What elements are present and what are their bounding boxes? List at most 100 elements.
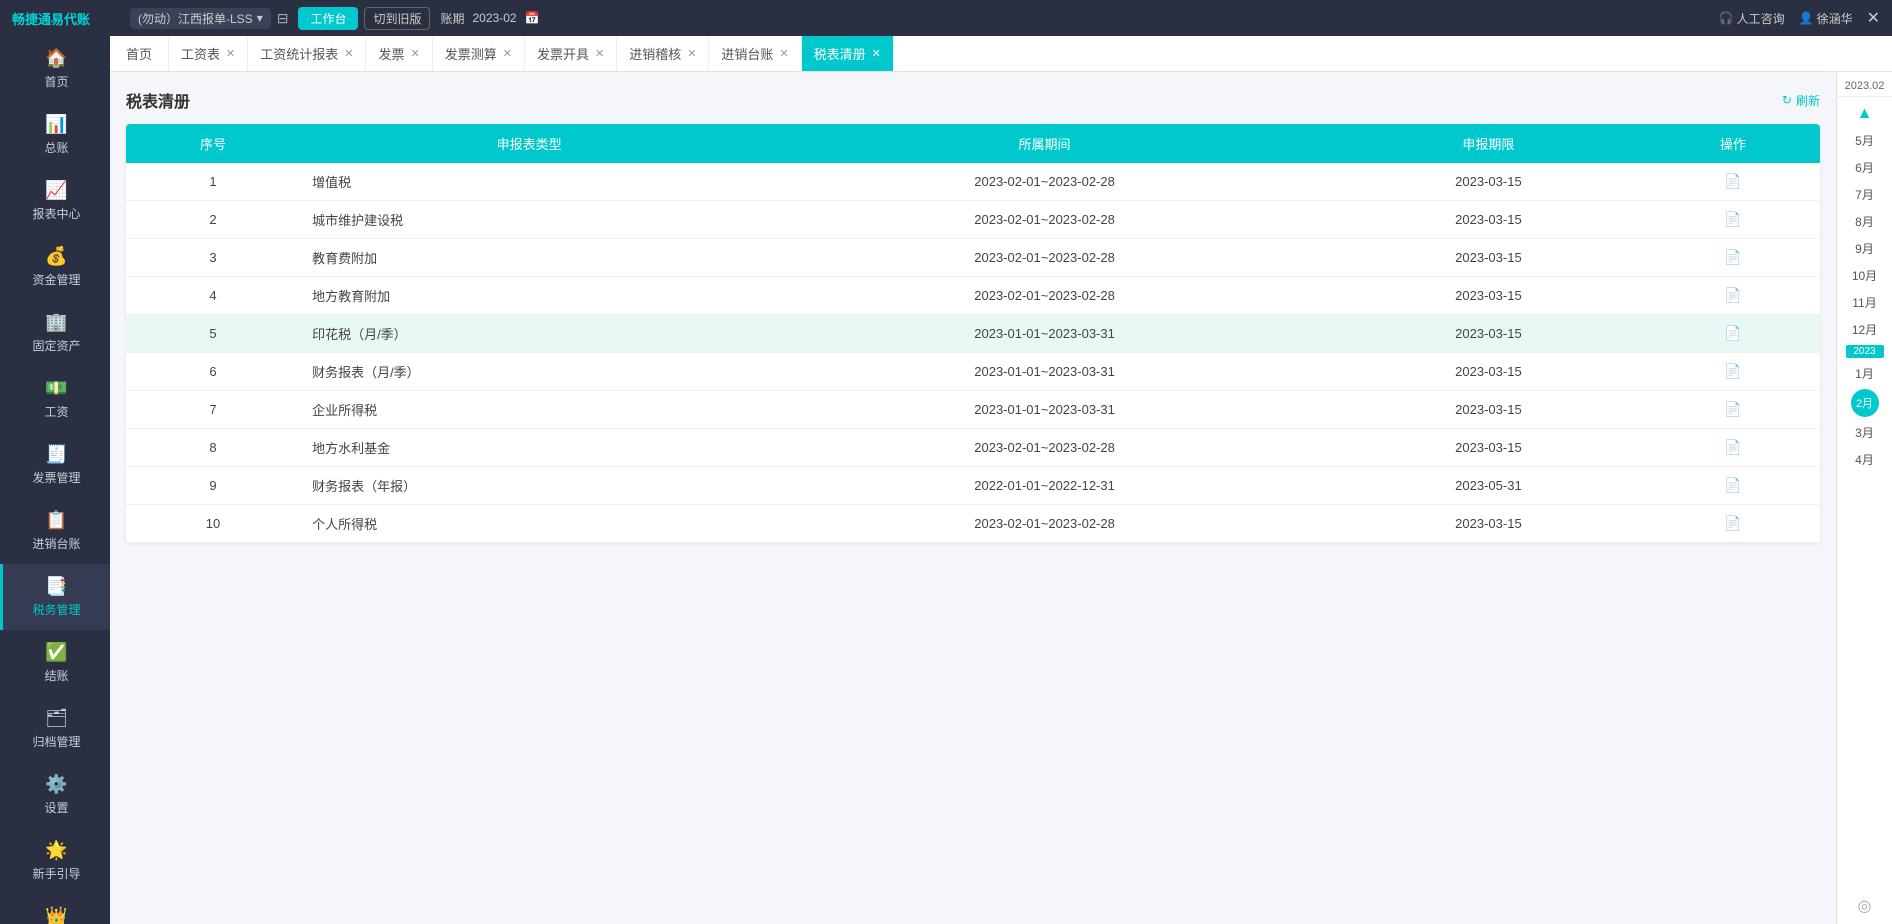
action-file-icon[interactable]: 📄: [1724, 287, 1741, 303]
rp-month-7[interactable]: 7月: [1837, 181, 1892, 208]
cell-period: 2022-01-01~2022-12-31: [758, 467, 1331, 505]
page-body: 税表清册 ↻ 刷新 序号 申报表类型 所属期间 申报期限 操作: [110, 72, 1892, 924]
funds-icon: 💰: [45, 246, 67, 267]
sidebar-item-assets[interactable]: 🏢 固定资产: [0, 300, 110, 366]
sidebar-item-funds[interactable]: 💰 资金管理: [0, 234, 110, 300]
tab-invoice[interactable]: 发票 ✕: [366, 36, 432, 72]
action-file-icon[interactable]: 📄: [1724, 363, 1741, 379]
tab-tax-register[interactable]: 税表清册 ✕: [802, 36, 894, 72]
tab-sales-audit-close[interactable]: ✕: [687, 47, 696, 60]
cell-type: 教育费附加: [300, 239, 758, 277]
tab-sales-ledger-close[interactable]: ✕: [779, 47, 788, 60]
workbench-button[interactable]: 工作台: [298, 7, 358, 30]
cell-deadline: 2023-03-15: [1331, 239, 1646, 277]
tab-invoice-issue-close[interactable]: ✕: [595, 47, 604, 60]
sidebar-item-close[interactable]: ✅ 结账: [0, 630, 110, 696]
sidebar-item-reports[interactable]: 📈 报表中心: [0, 168, 110, 234]
tab-invoice-calc-close[interactable]: ✕: [503, 47, 512, 60]
tab-payroll-stats-label: 工资统计报表: [260, 44, 338, 63]
cell-type: 地方教育附加: [300, 277, 758, 315]
rp-month-10[interactable]: 10月: [1837, 262, 1892, 289]
table-row: 2 城市维护建设税 2023-02-01~2023-02-28 2023-03-…: [126, 201, 1820, 239]
sidebar-item-label: 资金管理: [32, 271, 80, 288]
action-file-icon[interactable]: 📄: [1724, 477, 1741, 493]
rp-month-9[interactable]: 9月: [1837, 235, 1892, 262]
sidebar-item-member[interactable]: 👑 畅会员: [0, 894, 110, 924]
cell-action: 📄: [1646, 277, 1820, 315]
refresh-button[interactable]: ↻ 刷新: [1782, 92, 1820, 109]
rp-month-11[interactable]: 11月: [1837, 289, 1892, 316]
reports-icon: 📈: [45, 180, 67, 201]
tab-payroll-stats-close[interactable]: ✕: [344, 47, 353, 60]
sidebar-item-label: 结账: [44, 667, 68, 684]
rp-month-4[interactable]: 4月: [1837, 446, 1892, 473]
cell-period: 2023-02-01~2023-02-28: [758, 277, 1331, 315]
sidebar-item-archive[interactable]: 🗂 归档管理: [0, 696, 110, 762]
cell-deadline: 2023-03-15: [1331, 391, 1646, 429]
tab-invoice-issue-label: 发票开具: [537, 44, 589, 63]
company-name: (勿动）江西报单-LSS: [138, 10, 253, 27]
sidebar-item-home[interactable]: 🏠 首页: [0, 36, 110, 102]
tab-invoice-close[interactable]: ✕: [411, 47, 420, 60]
period-area: 账期 2023-02 📅: [440, 10, 539, 27]
tab-payroll-stats[interactable]: 工资统计报表 ✕: [248, 36, 366, 72]
rp-header-label: 2023.02: [1845, 80, 1885, 92]
action-file-icon[interactable]: 📄: [1724, 401, 1741, 417]
action-file-icon[interactable]: 📄: [1724, 173, 1741, 189]
sidebar-item-payroll[interactable]: 💵 工资: [0, 366, 110, 432]
switch-old-button[interactable]: 切到旧版: [364, 7, 430, 30]
copy-icon[interactable]: ⊟: [277, 10, 289, 27]
sidebar-item-settings[interactable]: ⚙️ 设置: [0, 762, 110, 828]
tab-payroll-close[interactable]: ✕: [226, 47, 235, 60]
cell-deadline: 2023-03-15: [1331, 163, 1646, 201]
rp-month-2-active[interactable]: 2月: [1851, 389, 1879, 417]
rp-month-8[interactable]: 8月: [1837, 208, 1892, 235]
col-deadline: 申报期限: [1331, 124, 1646, 163]
sales-icon: 📋: [45, 510, 67, 531]
calendar-icon[interactable]: 📅: [525, 11, 540, 25]
sidebar-item-tax[interactable]: 📑 税务管理: [0, 564, 110, 630]
action-file-icon[interactable]: 📄: [1724, 325, 1741, 341]
close-icon[interactable]: ✕: [1867, 8, 1880, 28]
rp-month-5[interactable]: 5月: [1837, 127, 1892, 154]
logo-area: 畅捷通易代账: [12, 9, 122, 28]
action-file-icon[interactable]: 📄: [1724, 515, 1741, 531]
cell-deadline: 2023-03-15: [1331, 315, 1646, 353]
sidebar-item-ledger[interactable]: 📊 总账: [0, 102, 110, 168]
tab-home[interactable]: 首页: [110, 36, 169, 72]
table-row: 9 财务报表（年报） 2022-01-01~2022-12-31 2023-05…: [126, 467, 1820, 505]
rp-month-12[interactable]: 12月: [1837, 316, 1892, 343]
rp-month-3[interactable]: 3月: [1837, 419, 1892, 446]
table-row: 7 企业所得税 2023-01-01~2023-03-31 2023-03-15…: [126, 391, 1820, 429]
sidebar-item-label: 总账: [44, 139, 68, 156]
rp-nav-up[interactable]: ▲: [1853, 101, 1877, 127]
sidebar-item-label: 报表中心: [32, 205, 80, 222]
col-period: 所属期间: [758, 124, 1331, 163]
rp-month-6[interactable]: 6月: [1837, 154, 1892, 181]
rp-collapse-button[interactable]: ◎: [1854, 892, 1876, 920]
cell-type: 城市维护建设税: [300, 201, 758, 239]
tab-tax-register-close[interactable]: ✕: [872, 47, 881, 60]
tab-sales-ledger[interactable]: 进销台账 ✕: [709, 36, 801, 72]
tab-invoice-issue[interactable]: 发票开具 ✕: [525, 36, 617, 72]
tab-invoice-calc[interactable]: 发票测算 ✕: [433, 36, 525, 72]
action-file-icon[interactable]: 📄: [1724, 249, 1741, 265]
action-file-icon[interactable]: 📄: [1724, 439, 1741, 455]
tab-invoice-calc-label: 发票测算: [445, 44, 497, 63]
tab-bar: 首页 工资表 ✕ 工资统计报表 ✕ 发票 ✕ 发票测算 ✕ 发票开具 ✕: [110, 36, 1892, 72]
sidebar-item-label: 归档管理: [32, 733, 80, 750]
tab-payroll[interactable]: 工资表 ✕: [169, 36, 248, 72]
user-area[interactable]: 👤 徐涵华: [1799, 10, 1853, 27]
period-value: 2023-02: [473, 11, 517, 25]
company-selector[interactable]: (勿动）江西报单-LSS ▾: [130, 8, 271, 29]
cell-index: 3: [126, 239, 300, 277]
sidebar-item-guide[interactable]: 🌟 新手引导: [0, 828, 110, 894]
ai-consult[interactable]: 🎧 人工咨询: [1719, 10, 1785, 27]
action-file-icon[interactable]: 📄: [1724, 211, 1741, 227]
member-icon: 👑: [45, 906, 67, 924]
cell-action: 📄: [1646, 353, 1820, 391]
sidebar-item-invoice[interactable]: 🧾 发票管理: [0, 432, 110, 498]
tab-sales-audit[interactable]: 进销稽核 ✕: [617, 36, 709, 72]
rp-month-1[interactable]: 1月: [1837, 360, 1892, 387]
sidebar-item-sales[interactable]: 📋 进销台账: [0, 498, 110, 564]
